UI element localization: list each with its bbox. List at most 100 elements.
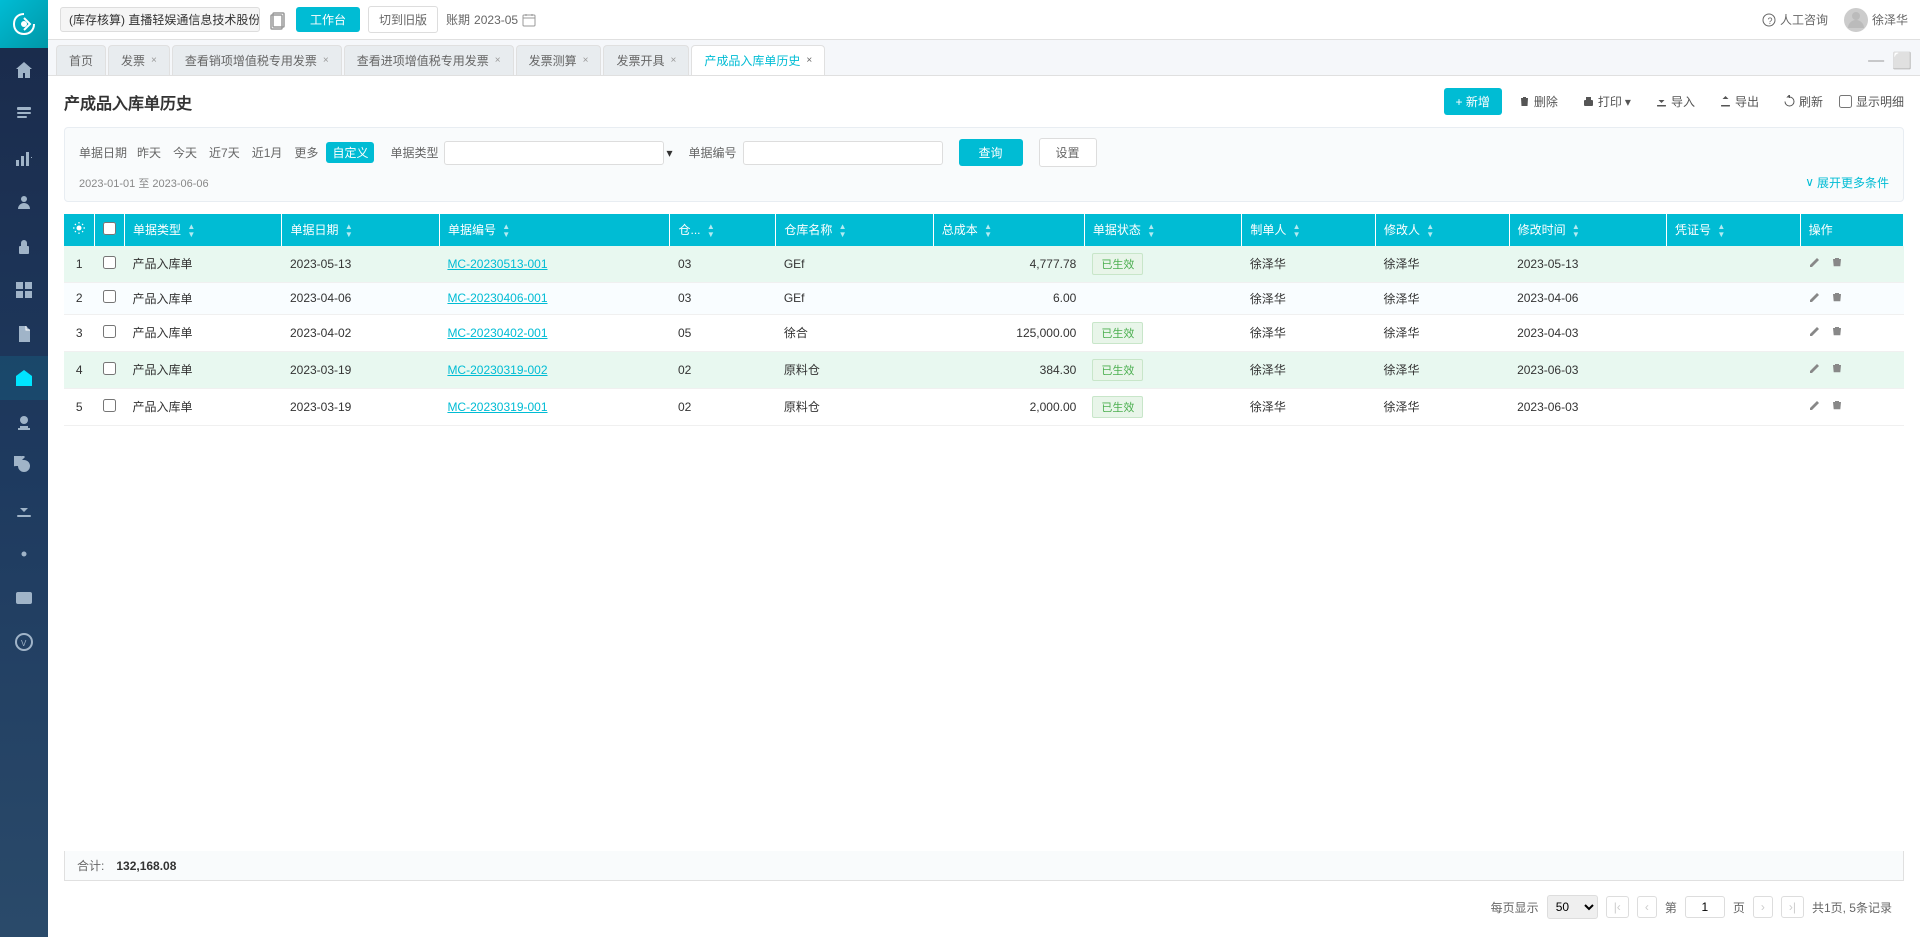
next-page-button[interactable]: › xyxy=(1753,896,1773,918)
tab-home[interactable]: 首页 xyxy=(56,45,106,75)
export-button[interactable]: 导出 xyxy=(1711,89,1767,114)
sidebar-item-chart[interactable] xyxy=(0,136,48,180)
sort-creator-icons[interactable]: ▲▼ xyxy=(1293,223,1301,239)
sort-date-icons[interactable]: ▲▼ xyxy=(345,223,353,239)
row-edit-icon[interactable] xyxy=(1808,361,1822,378)
tab-view-sales-close[interactable]: × xyxy=(323,55,329,66)
switch-old-button[interactable]: 切到旧版 xyxy=(368,6,438,33)
row-number[interactable]: MC-20230319-002 xyxy=(439,351,670,388)
th-date[interactable]: 单据日期 ▲▼ xyxy=(282,214,439,246)
import-button[interactable]: 导入 xyxy=(1647,89,1703,114)
shortcut-more[interactable]: 更多 xyxy=(290,142,322,163)
th-warehouse-name[interactable]: 仓库名称 ▲▼ xyxy=(776,214,933,246)
calendar-icon[interactable] xyxy=(522,13,536,27)
copy-icon[interactable] xyxy=(268,10,288,30)
th-warehouse-code[interactable]: 仓... ▲▼ xyxy=(670,214,776,246)
filter-type-input[interactable] xyxy=(444,141,664,165)
tab-minimize-icon[interactable]: — xyxy=(1868,52,1884,70)
th-status[interactable]: 单据状态 ▲▼ xyxy=(1084,214,1241,246)
row-number[interactable]: MC-20230513-001 xyxy=(439,246,670,283)
show-detail-checkbox[interactable] xyxy=(1839,95,1852,108)
row-edit-icon[interactable] xyxy=(1808,398,1822,415)
filter-number-input[interactable] xyxy=(743,141,943,165)
row-checkbox-cell[interactable] xyxy=(95,351,125,388)
first-page-button[interactable]: |‹ xyxy=(1606,896,1629,918)
sidebar-item-invoice[interactable] xyxy=(0,92,48,136)
tab-view-sales[interactable]: 查看销项增值税专用发票 × xyxy=(172,45,342,75)
shortcut-today[interactable]: 今天 xyxy=(169,142,201,163)
th-total[interactable]: 总成本 ▲▼ xyxy=(933,214,1084,246)
sidebar-item-download[interactable] xyxy=(0,488,48,532)
row-number[interactable]: MC-20230402-001 xyxy=(439,314,670,351)
shortcut-1month[interactable]: 近1月 xyxy=(248,142,287,163)
row-checkbox[interactable] xyxy=(103,362,116,375)
sort-modify-time-icons[interactable]: ▲▼ xyxy=(1572,223,1580,239)
row-checkbox-cell[interactable] xyxy=(95,388,125,425)
sort-type-icons[interactable]: ▲▼ xyxy=(187,223,195,239)
th-settings[interactable] xyxy=(64,214,95,246)
th-number[interactable]: 单据编号 ▲▼ xyxy=(439,214,670,246)
delete-button[interactable]: 删除 xyxy=(1510,89,1566,114)
tab-invoice-issue[interactable]: 发票开具 × xyxy=(603,45,689,75)
th-voucher[interactable]: 凭证号 ▲▼ xyxy=(1667,214,1801,246)
sidebar-item-play[interactable] xyxy=(0,576,48,620)
shortcut-yesterday[interactable]: 昨天 xyxy=(133,142,165,163)
sort-wh-name-icons[interactable]: ▲▼ xyxy=(839,223,847,239)
tab-invoice-issue-close[interactable]: × xyxy=(670,55,676,66)
row-checkbox[interactable] xyxy=(103,256,116,269)
row-checkbox[interactable] xyxy=(103,399,116,412)
row-checkbox-cell[interactable] xyxy=(95,282,125,314)
th-type[interactable]: 单据类型 ▲▼ xyxy=(125,214,282,246)
tab-invoice-close[interactable]: × xyxy=(151,55,157,66)
tab-product-history[interactable]: 产成品入库单历史 × xyxy=(691,45,825,75)
query-button[interactable]: 查询 xyxy=(959,139,1023,166)
th-checkbox[interactable] xyxy=(95,214,125,246)
sidebar-item-home[interactable] xyxy=(0,48,48,92)
tab-invoice[interactable]: 发票 × xyxy=(108,45,170,75)
sort-number-icons[interactable]: ▲▼ xyxy=(502,223,510,239)
row-edit-icon[interactable] xyxy=(1808,255,1822,272)
show-detail-toggle[interactable]: 显示明细 xyxy=(1839,93,1904,110)
sort-status-icons[interactable]: ▲▼ xyxy=(1147,223,1155,239)
sidebar-item-stamp[interactable] xyxy=(0,400,48,444)
sidebar-item-lock[interactable] xyxy=(0,224,48,268)
tab-view-purchase[interactable]: 查看进项增值税专用发票 × xyxy=(344,45,514,75)
row-delete-icon[interactable] xyxy=(1830,398,1844,415)
shortcut-custom[interactable]: 自定义 xyxy=(326,142,374,163)
tab-product-history-close[interactable]: × xyxy=(806,55,812,66)
filter-type-dropdown-icon[interactable]: ▾ xyxy=(666,146,672,160)
expand-filter-button[interactable]: ∨ 展开更多条件 xyxy=(1805,174,1889,191)
row-edit-icon[interactable] xyxy=(1808,290,1822,307)
sort-modifier-icons[interactable]: ▲▼ xyxy=(1426,223,1434,239)
select-all-checkbox[interactable] xyxy=(103,222,116,235)
sidebar-item-document[interactable] xyxy=(0,312,48,356)
tab-invoice-calc-close[interactable]: × xyxy=(583,55,589,66)
reset-button[interactable]: 设置 xyxy=(1039,138,1097,167)
last-page-button[interactable]: ›| xyxy=(1781,896,1804,918)
sidebar-item-settings[interactable] xyxy=(0,532,48,576)
sidebar-item-warehouse[interactable] xyxy=(0,356,48,400)
th-modify-time[interactable]: 修改时间 ▲▼ xyxy=(1509,214,1666,246)
sidebar-item-version[interactable]: V xyxy=(0,620,48,664)
row-checkbox-cell[interactable] xyxy=(95,246,125,283)
th-modifier[interactable]: 修改人 ▲▼ xyxy=(1375,214,1509,246)
sort-voucher-icons[interactable]: ▲▼ xyxy=(1717,223,1725,239)
current-page-input[interactable] xyxy=(1685,896,1725,918)
sidebar-item-refresh-cycle[interactable] xyxy=(0,444,48,488)
row-delete-icon[interactable] xyxy=(1830,255,1844,272)
row-delete-icon[interactable] xyxy=(1830,324,1844,341)
workbench-button[interactable]: 工作台 xyxy=(296,7,360,32)
row-delete-icon[interactable] xyxy=(1830,361,1844,378)
row-delete-icon[interactable] xyxy=(1830,290,1844,307)
sidebar-item-accounts[interactable] xyxy=(0,180,48,224)
th-creator[interactable]: 制单人 ▲▼ xyxy=(1242,214,1376,246)
tab-view-purchase-close[interactable]: × xyxy=(495,55,501,66)
row-checkbox-cell[interactable] xyxy=(95,314,125,351)
refresh-button[interactable]: 刷新 xyxy=(1775,89,1831,114)
row-checkbox[interactable] xyxy=(103,325,116,338)
prev-page-button[interactable]: ‹ xyxy=(1637,896,1657,918)
new-button[interactable]: + 新增 xyxy=(1444,88,1502,115)
row-number[interactable]: MC-20230406-001 xyxy=(439,282,670,314)
company-selector[interactable]: (库存核算) 直播轻娱通信息技术股份... ▾ xyxy=(60,7,260,32)
row-checkbox[interactable] xyxy=(103,290,116,303)
